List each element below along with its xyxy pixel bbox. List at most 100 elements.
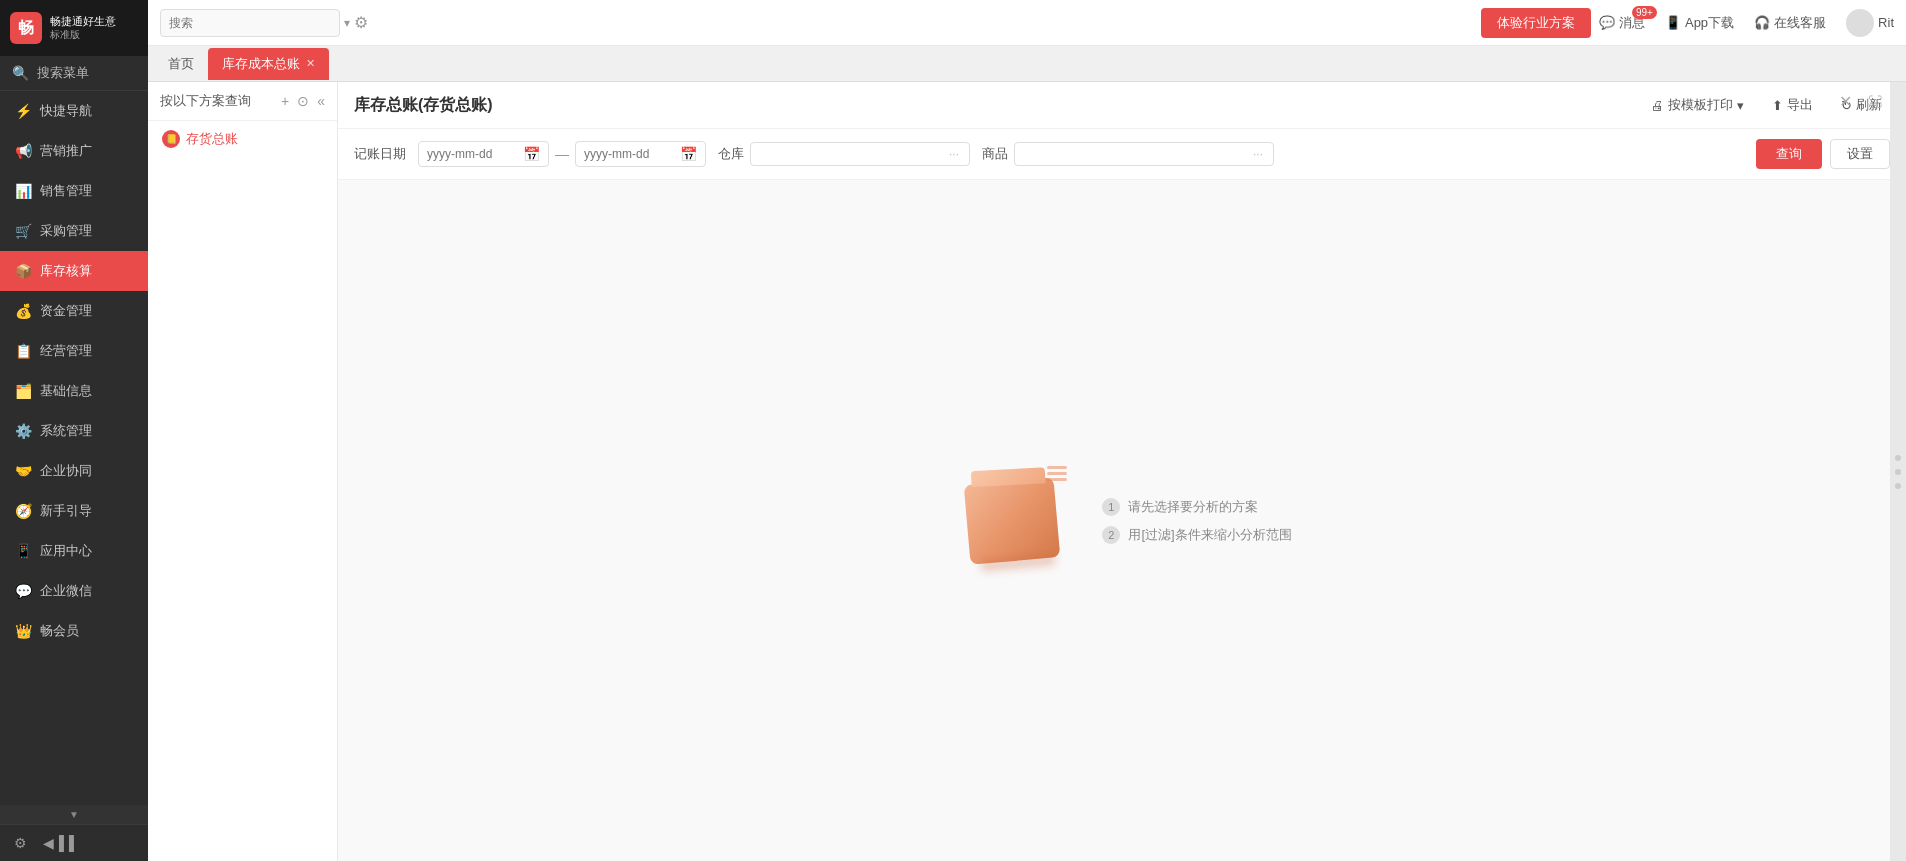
app-version: 标准版 — [50, 28, 116, 42]
collapse-scheme-icon[interactable]: « — [317, 93, 325, 109]
date-separator: — — [555, 146, 569, 162]
add-scheme-icon[interactable]: + — [281, 93, 289, 109]
settings-scheme-icon[interactable]: ⊙ — [297, 93, 309, 109]
operations-icon: 📋 — [14, 343, 32, 359]
date-start-input[interactable] — [427, 147, 517, 161]
left-panel-header: 按以下方案查询 + ⊙ « — [148, 82, 337, 121]
user-profile[interactable]: Rit — [1846, 9, 1894, 37]
sidebar-item-finance[interactable]: 💰 资金管理 — [0, 291, 148, 331]
inventory-icon: 📦 — [14, 263, 32, 279]
settings-button[interactable]: 设置 — [1830, 139, 1890, 169]
sidebar-item-operations[interactable]: 📋 经营管理 — [0, 331, 148, 371]
guide-icon: 🧭 — [14, 503, 32, 519]
avatar — [1846, 9, 1874, 37]
sidebar-item-label: 经营管理 — [40, 342, 92, 360]
content-wrapper: 按以下方案查询 + ⊙ « 📒 存货总账 — [148, 82, 1906, 861]
sidebar-nav: ⚡ 快捷导航 📢 营销推广 📊 销售管理 🛒 采购管理 📦 库存核算 💰 资金管… — [0, 91, 148, 805]
sidebar-item-marketing[interactable]: 📢 营销推广 — [0, 131, 148, 171]
trial-button[interactable]: 体验行业方案 — [1481, 8, 1591, 38]
sidebar-item-label: 库存核算 — [40, 262, 92, 280]
sidebar-item-inventory[interactable]: 📦 库存核算 — [0, 251, 148, 291]
sidebar-item-wechat[interactable]: 💬 企业微信 — [0, 571, 148, 611]
filter-actions: 查询 设置 — [1756, 139, 1890, 169]
sidebar-item-label: 基础信息 — [40, 382, 92, 400]
warehouse-filter-group: 仓库 ··· — [718, 142, 970, 166]
tab-close-icon[interactable]: ✕ — [306, 57, 315, 70]
system-icon: ⚙️ — [14, 423, 32, 439]
left-panel-item-inventory-ledger[interactable]: 📒 存货总账 — [148, 121, 337, 157]
messages-button[interactable]: 💬 消息 99+ — [1599, 14, 1645, 32]
panel-close-icon[interactable]: ✕ — [1835, 88, 1856, 115]
app-download-label: App下载 — [1685, 14, 1734, 32]
sidebar-item-guide[interactable]: 🧭 新手引导 — [0, 491, 148, 531]
topbar-gear-icon[interactable]: ⚙ — [354, 13, 368, 32]
sidebar-search[interactable]: 🔍 搜索菜单 — [0, 56, 148, 91]
export-icon: ⬆ — [1772, 98, 1783, 113]
sidebar-item-quick-nav[interactable]: ⚡ 快捷导航 — [0, 91, 148, 131]
tab-home-label: 首页 — [168, 55, 194, 73]
page-title: 库存总账(存货总账) — [354, 95, 493, 116]
sidebar-item-system[interactable]: ⚙️ 系统管理 — [0, 411, 148, 451]
export-button[interactable]: ⬆ 导出 — [1764, 92, 1821, 118]
sidebar-item-app-center[interactable]: 📱 应用中心 — [0, 531, 148, 571]
sidebar-item-basic-info[interactable]: 🗂️ 基础信息 — [0, 371, 148, 411]
handle-dot-2 — [1895, 469, 1901, 475]
sidebar-item-cooperation[interactable]: 🤝 企业协同 — [0, 451, 148, 491]
user-name: Rit — [1878, 15, 1894, 30]
sidebar-scroll-down[interactable]: ▼ — [0, 805, 148, 824]
print-by-template-button[interactable]: 🖨 按模板打印 ▾ — [1643, 92, 1752, 118]
warehouse-more-icon[interactable]: ··· — [949, 147, 959, 161]
sidebar-item-label: 快捷导航 — [40, 102, 92, 120]
date-filter-label: 记账日期 — [354, 145, 406, 163]
panel-expand-icon[interactable]: ⛶ — [1864, 90, 1886, 114]
sidebar-item-purchase[interactable]: 🛒 采购管理 — [0, 211, 148, 251]
calendar-end-icon[interactable]: 📅 — [680, 146, 697, 162]
empty-hint-2: 2 用[过滤]条件来缩小分析范围 — [1102, 526, 1291, 544]
basic-info-icon: 🗂️ — [14, 383, 32, 399]
settings-bottom-icon[interactable]: ⚙ — [14, 835, 27, 851]
message-icon: 💬 — [1599, 15, 1615, 30]
online-service-button[interactable]: 🎧 在线客服 — [1754, 14, 1826, 32]
app-center-icon: 📱 — [14, 543, 32, 559]
sidebar-item-member[interactable]: 👑 畅会员 — [0, 611, 148, 651]
empty-illustration — [952, 461, 1072, 581]
topbar: ▾ ⚙ 体验行业方案 💬 消息 99+ 📱 App下载 🎧 在线客服 Rit — [148, 0, 1906, 46]
date-end-input[interactable] — [584, 147, 674, 161]
topbar-right: 💬 消息 99+ 📱 App下载 🎧 在线客服 Rit — [1599, 9, 1894, 37]
topbar-search-input[interactable] — [160, 9, 340, 37]
date-end-input-wrapper: 📅 — [575, 141, 706, 167]
goods-select[interactable]: ··· — [1014, 142, 1274, 166]
empty-state: 1 请先选择要分析的方案 2 用[过滤]条件来缩小分析范围 — [338, 180, 1906, 861]
online-service-label: 在线客服 — [1774, 14, 1826, 32]
left-panel: 按以下方案查询 + ⊙ « 📒 存货总账 — [148, 82, 338, 861]
sidebar-item-label: 新手引导 — [40, 502, 92, 520]
print-dropdown-icon: ▾ — [1737, 98, 1744, 113]
goods-label: 商品 — [982, 145, 1008, 163]
tab-inventory-cost-ledger[interactable]: 库存成本总账 ✕ — [208, 48, 329, 80]
query-button[interactable]: 查询 — [1756, 139, 1822, 169]
warehouse-select[interactable]: ··· — [750, 142, 970, 166]
sidebar-item-label: 应用中心 — [40, 542, 92, 560]
empty-lines — [1047, 466, 1067, 481]
goods-more-icon[interactable]: ··· — [1253, 147, 1263, 161]
page-header: 库存总账(存货总账) 🖨 按模板打印 ▾ ⬆ 导出 ↻ — [338, 82, 1906, 129]
topbar-chevron-icon[interactable]: ▾ — [344, 16, 350, 30]
app-download-button[interactable]: 📱 App下载 — [1665, 14, 1734, 32]
finance-icon: 💰 — [14, 303, 32, 319]
print-icon: 🖨 — [1651, 98, 1664, 113]
empty-hint-2-text: 用[过滤]条件来缩小分析范围 — [1128, 526, 1291, 544]
panel-controls: ✕ ⛶ — [1835, 88, 1886, 115]
sidebar-item-label: 采购管理 — [40, 222, 92, 240]
floating-right-handle[interactable] — [1890, 82, 1906, 861]
tab-home[interactable]: 首页 — [154, 48, 208, 80]
content: 按以下方案查询 + ⊙ « 📒 存货总账 — [148, 82, 1906, 861]
marketing-icon: 📢 — [14, 143, 32, 159]
cooperation-icon: 🤝 — [14, 463, 32, 479]
empty-line-1 — [1047, 466, 1067, 469]
audio-bottom-icon[interactable]: ◀▐▐ — [43, 835, 74, 851]
sales-icon: 📊 — [14, 183, 32, 199]
left-panel-title: 按以下方案查询 — [160, 92, 251, 110]
empty-line-3 — [1047, 478, 1067, 481]
sidebar-item-sales[interactable]: 📊 销售管理 — [0, 171, 148, 211]
calendar-start-icon[interactable]: 📅 — [523, 146, 540, 162]
